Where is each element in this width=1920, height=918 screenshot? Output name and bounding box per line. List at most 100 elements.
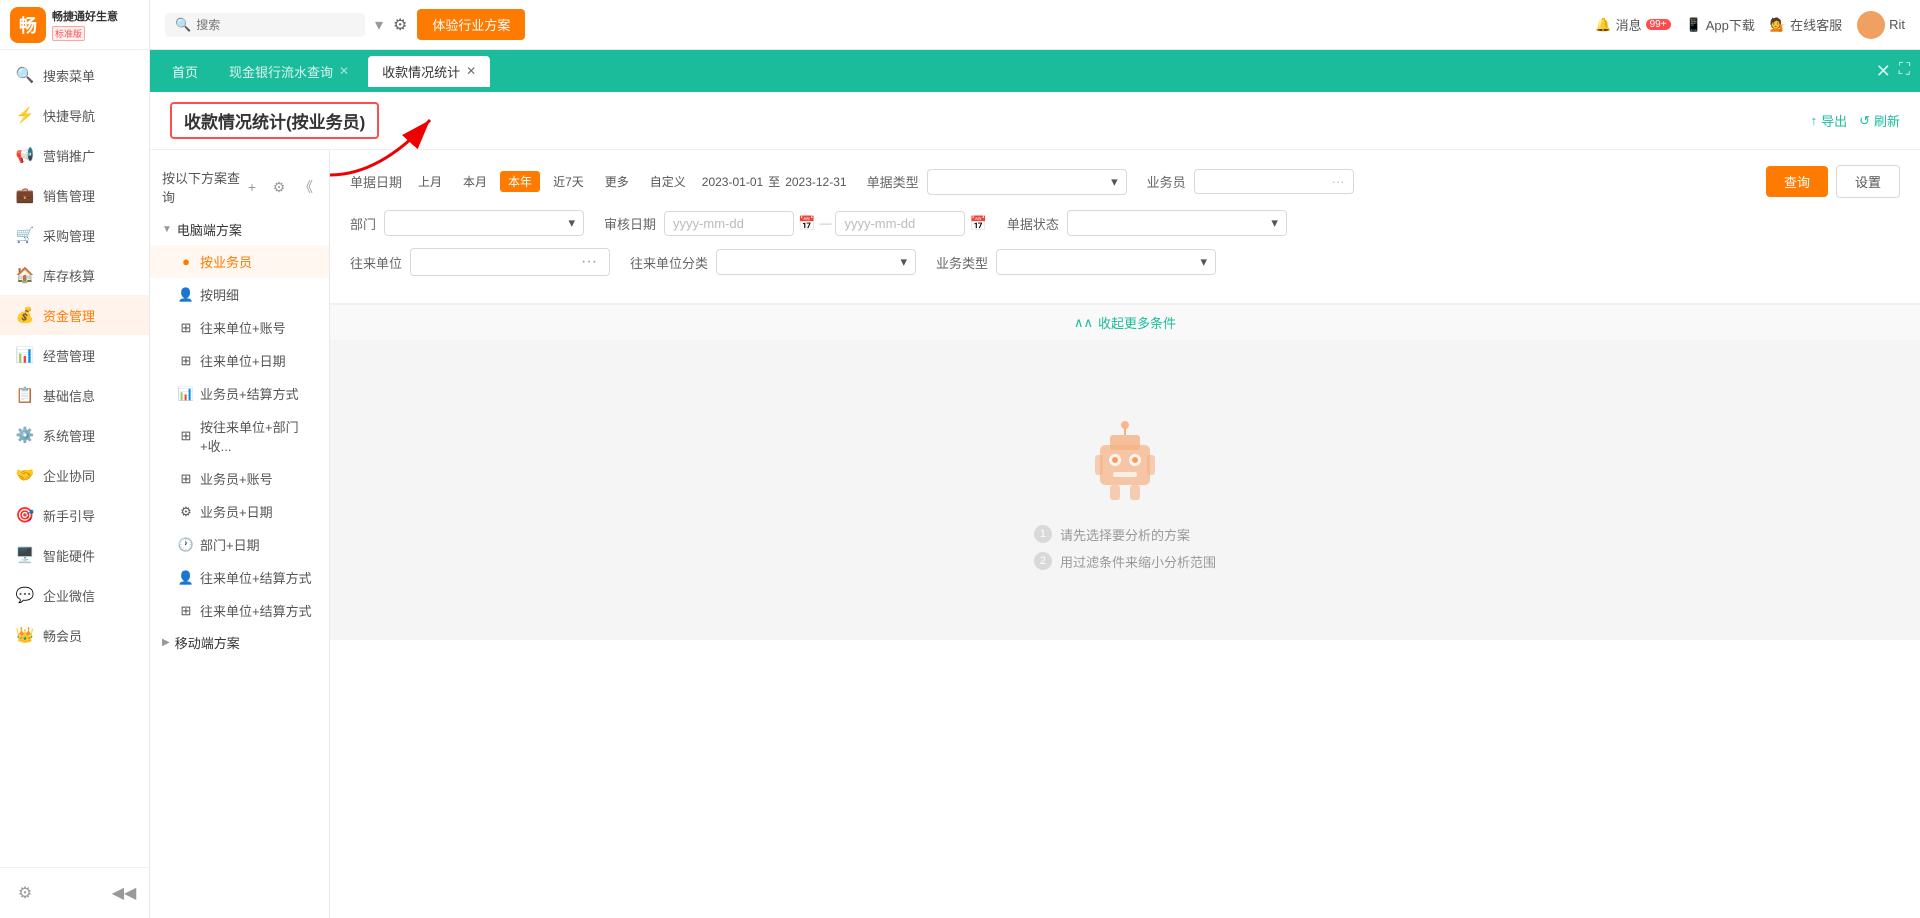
top-search-input[interactable] <box>196 18 355 32</box>
collapse-icon[interactable]: ◀◀ <box>109 878 139 908</box>
tab-home[interactable]: 首页 <box>160 56 210 87</box>
date-shortcut-this-year[interactable]: 本年 <box>500 171 540 192</box>
dropdown-arrow-icon[interactable]: ▾ <box>375 15 383 35</box>
sidebar-item-system[interactable]: ⚙️ 系统管理 <box>0 415 149 455</box>
sidebar-item-enterprise[interactable]: 🤝 企业协同 <box>0 455 149 495</box>
sidebar-item-quicknav[interactable]: ⚡ 快捷导航 <box>0 95 149 135</box>
query-button[interactable]: 查询 <box>1766 166 1828 197</box>
date-shortcut-more[interactable]: 更多 <box>597 171 637 192</box>
top-search-area[interactable]: 🔍 <box>165 13 365 37</box>
sidebar-item-sales[interactable]: 💼 销售管理 <box>0 175 149 215</box>
tab-bank-flow[interactable]: 现金银行流水查询 ✕ <box>215 56 363 87</box>
refresh-btn[interactable]: ↺ 刷新 <box>1859 111 1900 130</box>
panel-setting-btn[interactable]: ⚙ <box>268 176 290 198</box>
top-bar-left: 🔍 ▾ ⚙ 体验行业方案 <box>165 9 525 40</box>
sidebar-item-label-guide: 新手引导 <box>43 506 95 525</box>
sidebar-bottom: ⚙ ◀◀ <box>0 867 149 918</box>
notification-badge: 99+ <box>1646 19 1671 30</box>
tree-item-partner-dept-income-label: 按往来单位+部门+收... <box>200 417 317 455</box>
enterprise-icon: 🤝 <box>15 465 35 485</box>
tree-item-salesperson-acct[interactable]: ⊞ 业务员+账号 <box>150 462 329 495</box>
tip-text-1: 请先选择要分析的方案 <box>1060 525 1190 544</box>
partner-category-select[interactable]: ▾ <box>716 249 916 275</box>
tab-bar-actions: ✕ ⛶ <box>1876 61 1910 82</box>
date-shortcut-this-month[interactable]: 本月 <box>455 171 495 192</box>
docstatus-select[interactable]: ▾ <box>1067 210 1287 236</box>
date-shortcut-7days[interactable]: 近7天 <box>545 171 592 192</box>
sidebar-item-hardware[interactable]: 🖥️ 智能硬件 <box>0 535 149 575</box>
calendar-icon-to[interactable]: 📅 <box>969 215 986 232</box>
sidebar-item-member[interactable]: 👑 畅会员 <box>0 615 149 655</box>
sidebar-item-label-inventory: 库存核算 <box>43 266 95 285</box>
sidebar-item-basicinfo[interactable]: 📋 基础信息 <box>0 375 149 415</box>
filter-review-date-item: 审核日期 📅 — 📅 <box>604 211 987 236</box>
online-service-btn[interactable]: 💁 在线客服 <box>1770 15 1842 34</box>
collapse-bar[interactable]: ∧∧ 收起更多条件 <box>330 304 1920 340</box>
filter-area: 单据日期 上月 本月 本年 近7天 更多 自定义 2023-01-01 <box>330 150 1920 304</box>
sidebar-item-purchase[interactable]: 🛒 采购管理 <box>0 215 149 255</box>
sidebar-item-guide[interactable]: 🎯 新手引导 <box>0 495 149 535</box>
doctype-select[interactable]: ▾ <box>927 169 1127 195</box>
sidebar-item-funds[interactable]: 💰 资金管理 <box>0 295 149 335</box>
tab-receipt-stats-close[interactable]: ✕ <box>466 64 476 78</box>
app-download-btn[interactable]: 📱 App下载 <box>1686 15 1755 34</box>
tree-item-salesperson-date[interactable]: ⚙ 业务员+日期 <box>150 495 329 528</box>
calendar-icon-from[interactable]: 📅 <box>798 215 815 232</box>
tree-item-salesperson-acct-label: 业务员+账号 <box>200 469 273 488</box>
tree-item-partner-payment2-label: 往来单位+结算方式 <box>200 601 312 620</box>
business-type-select[interactable]: ▾ <box>996 249 1216 275</box>
date-shortcut-last-month[interactable]: 上月 <box>410 171 450 192</box>
tree-item-detail[interactable]: 👤 按明细 <box>150 278 329 311</box>
tree-item-salesperson-payment[interactable]: 📊 业务员+结算方式 <box>150 377 329 410</box>
tip-num-1: 1 <box>1034 525 1052 543</box>
tree-arrow-mobile: ▶ <box>162 637 170 648</box>
date-shortcut-custom[interactable]: 自定义 <box>642 171 694 192</box>
tree-item-partner-payment1[interactable]: 👤 往来单位+结算方式 <box>150 561 329 594</box>
docstatus-dropdown-icon: ▾ <box>1271 215 1278 231</box>
sidebar-item-marketing[interactable]: 📢 营销推广 <box>0 135 149 175</box>
date-from-value: 2023-01-01 <box>702 175 763 189</box>
tree-item-salesperson-date-icon: ⚙ <box>178 504 194 520</box>
dept-select[interactable]: ▾ <box>384 210 584 236</box>
notification-btn[interactable]: 🔔 消息 99+ <box>1595 15 1670 34</box>
tree-item-salesperson-payment-label: 业务员+结算方式 <box>200 384 299 403</box>
page-title-box: 收款情况统计(按业务员) <box>170 102 379 139</box>
tree-item-partner-date[interactable]: ⊞ 往来单位+日期 <box>150 344 329 377</box>
tree-item-partner-dept-income[interactable]: ⊞ 按往来单位+部门+收... <box>150 410 329 462</box>
tab-bank-flow-close[interactable]: ✕ <box>339 64 349 78</box>
top-gear-icon[interactable]: ⚙ <box>393 15 407 35</box>
user-avatar-area[interactable]: Rit <box>1857 11 1905 39</box>
settings-bottom-icon[interactable]: ⚙ <box>10 878 40 908</box>
partner-more-icon[interactable]: ··· <box>577 253 601 271</box>
tree-item-dept-date[interactable]: 🕐 部门+日期 <box>150 528 329 561</box>
tree-item-partner-payment2[interactable]: ⊞ 往来单位+结算方式 <box>150 594 329 627</box>
sidebar-item-label-enterprise: 企业协同 <box>43 466 95 485</box>
sidebar-item-search[interactable]: 🔍 搜索菜单 <box>0 55 149 95</box>
panel-collapse-btn[interactable]: 《 <box>295 176 317 198</box>
sidebar-item-wechat[interactable]: 💬 企业微信 <box>0 575 149 615</box>
dept-label: 部门 <box>350 214 376 233</box>
partner-select[interactable]: ··· <box>410 248 610 276</box>
setting-button[interactable]: 设置 <box>1836 165 1900 198</box>
tree-group-pc[interactable]: ▼ 电脑端方案 <box>150 214 329 245</box>
bell-icon: 🔔 <box>1595 17 1611 33</box>
tab-receipt-stats[interactable]: 收款情况统计 ✕ <box>368 56 490 87</box>
tree-item-partner-payment1-label: 往来单位+结算方式 <box>200 568 312 587</box>
tree-item-partner-account[interactable]: ⊞ 往来单位+账号 <box>150 311 329 344</box>
review-date-from-input[interactable] <box>664 211 794 236</box>
panel-add-btn[interactable]: + <box>241 176 263 198</box>
sidebar-item-inventory[interactable]: 🏠 库存核算 <box>0 255 149 295</box>
tab-close-all-icon[interactable]: ✕ <box>1876 61 1891 82</box>
sidebar-item-operations[interactable]: 📊 经营管理 <box>0 335 149 375</box>
sidebar-logo: 畅 畅捷通好生意 标准版 <box>0 0 149 50</box>
tab-maximize-icon[interactable]: ⛶ <box>1899 61 1910 82</box>
trial-button[interactable]: 体验行业方案 <box>417 9 525 40</box>
filter-doctype-item: 单据类型 ▾ <box>867 169 1127 195</box>
salesperson-select[interactable]: ··· <box>1194 169 1354 194</box>
collapse-icon: ∧∧ <box>1074 315 1093 331</box>
tree-item-salesperson[interactable]: ● 按业务员 <box>150 245 329 278</box>
export-btn[interactable]: ↑ 导出 <box>1811 111 1848 130</box>
tree-group-mobile[interactable]: ▶ 移动端方案 <box>150 627 329 658</box>
review-date-to-input[interactable] <box>835 211 965 236</box>
refresh-icon: ↺ <box>1859 113 1870 129</box>
